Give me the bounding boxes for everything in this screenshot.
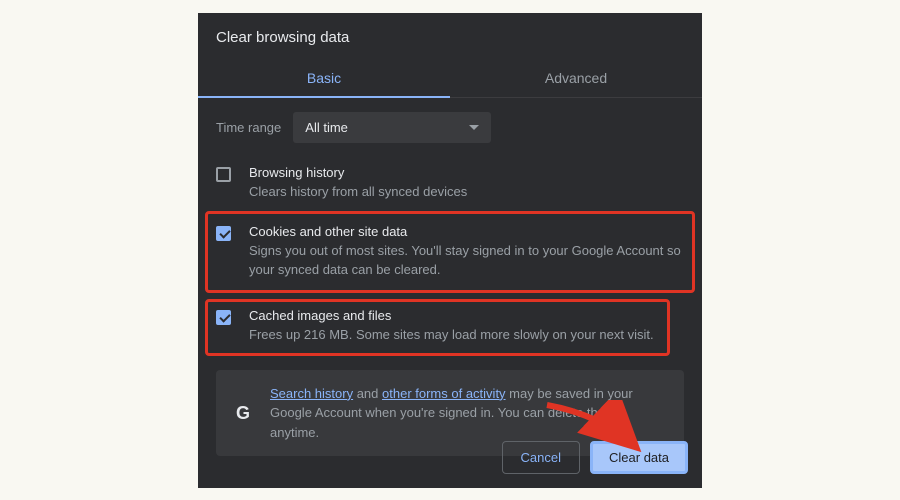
option-text: Cached images and files Frees up 216 MB.…: [249, 308, 654, 345]
checkbox-cookies[interactable]: [216, 226, 231, 241]
option-desc: Signs you out of most sites. You'll stay…: [249, 242, 684, 280]
option-cache: Cached images and files Frees up 216 MB.…: [205, 299, 670, 356]
info-text: Search history and other forms of activi…: [270, 384, 668, 443]
dialog-body: Time range All time Browsing history Cle…: [198, 98, 702, 457]
tab-basic[interactable]: Basic: [198, 60, 450, 97]
option-text: Cookies and other site data Signs you ou…: [249, 224, 684, 280]
link-search-history[interactable]: Search history: [270, 386, 353, 401]
option-browsing-history: Browsing history Clears history from all…: [216, 157, 684, 212]
option-title: Cookies and other site data: [249, 224, 684, 239]
cancel-button[interactable]: Cancel: [502, 441, 580, 474]
time-range-select[interactable]: All time: [293, 112, 491, 143]
option-text: Browsing history Clears history from all…: [249, 165, 467, 202]
option-title: Browsing history: [249, 165, 467, 180]
checkbox-browsing-history[interactable]: [216, 167, 231, 182]
dialog-footer: Cancel Clear data: [502, 441, 688, 474]
option-title: Cached images and files: [249, 308, 654, 323]
chevron-down-icon: [469, 125, 479, 130]
option-desc: Clears history from all synced devices: [249, 183, 467, 202]
info-mid: and: [353, 386, 382, 401]
tab-advanced[interactable]: Advanced: [450, 60, 702, 97]
tab-bar: Basic Advanced: [198, 60, 702, 98]
checkbox-cache[interactable]: [216, 310, 231, 325]
time-range-value: All time: [305, 120, 348, 135]
time-range-label: Time range: [216, 120, 281, 135]
dialog-title: Clear browsing data: [198, 13, 702, 60]
link-other-activity[interactable]: other forms of activity: [382, 386, 506, 401]
clear-browsing-data-dialog: Clear browsing data Basic Advanced Time …: [198, 13, 702, 488]
clear-data-button[interactable]: Clear data: [590, 441, 688, 474]
time-range-row: Time range All time: [216, 112, 684, 143]
google-icon: G: [232, 402, 254, 424]
option-cookies: Cookies and other site data Signs you ou…: [205, 211, 695, 293]
option-desc: Frees up 216 MB. Some sites may load mor…: [249, 326, 654, 345]
